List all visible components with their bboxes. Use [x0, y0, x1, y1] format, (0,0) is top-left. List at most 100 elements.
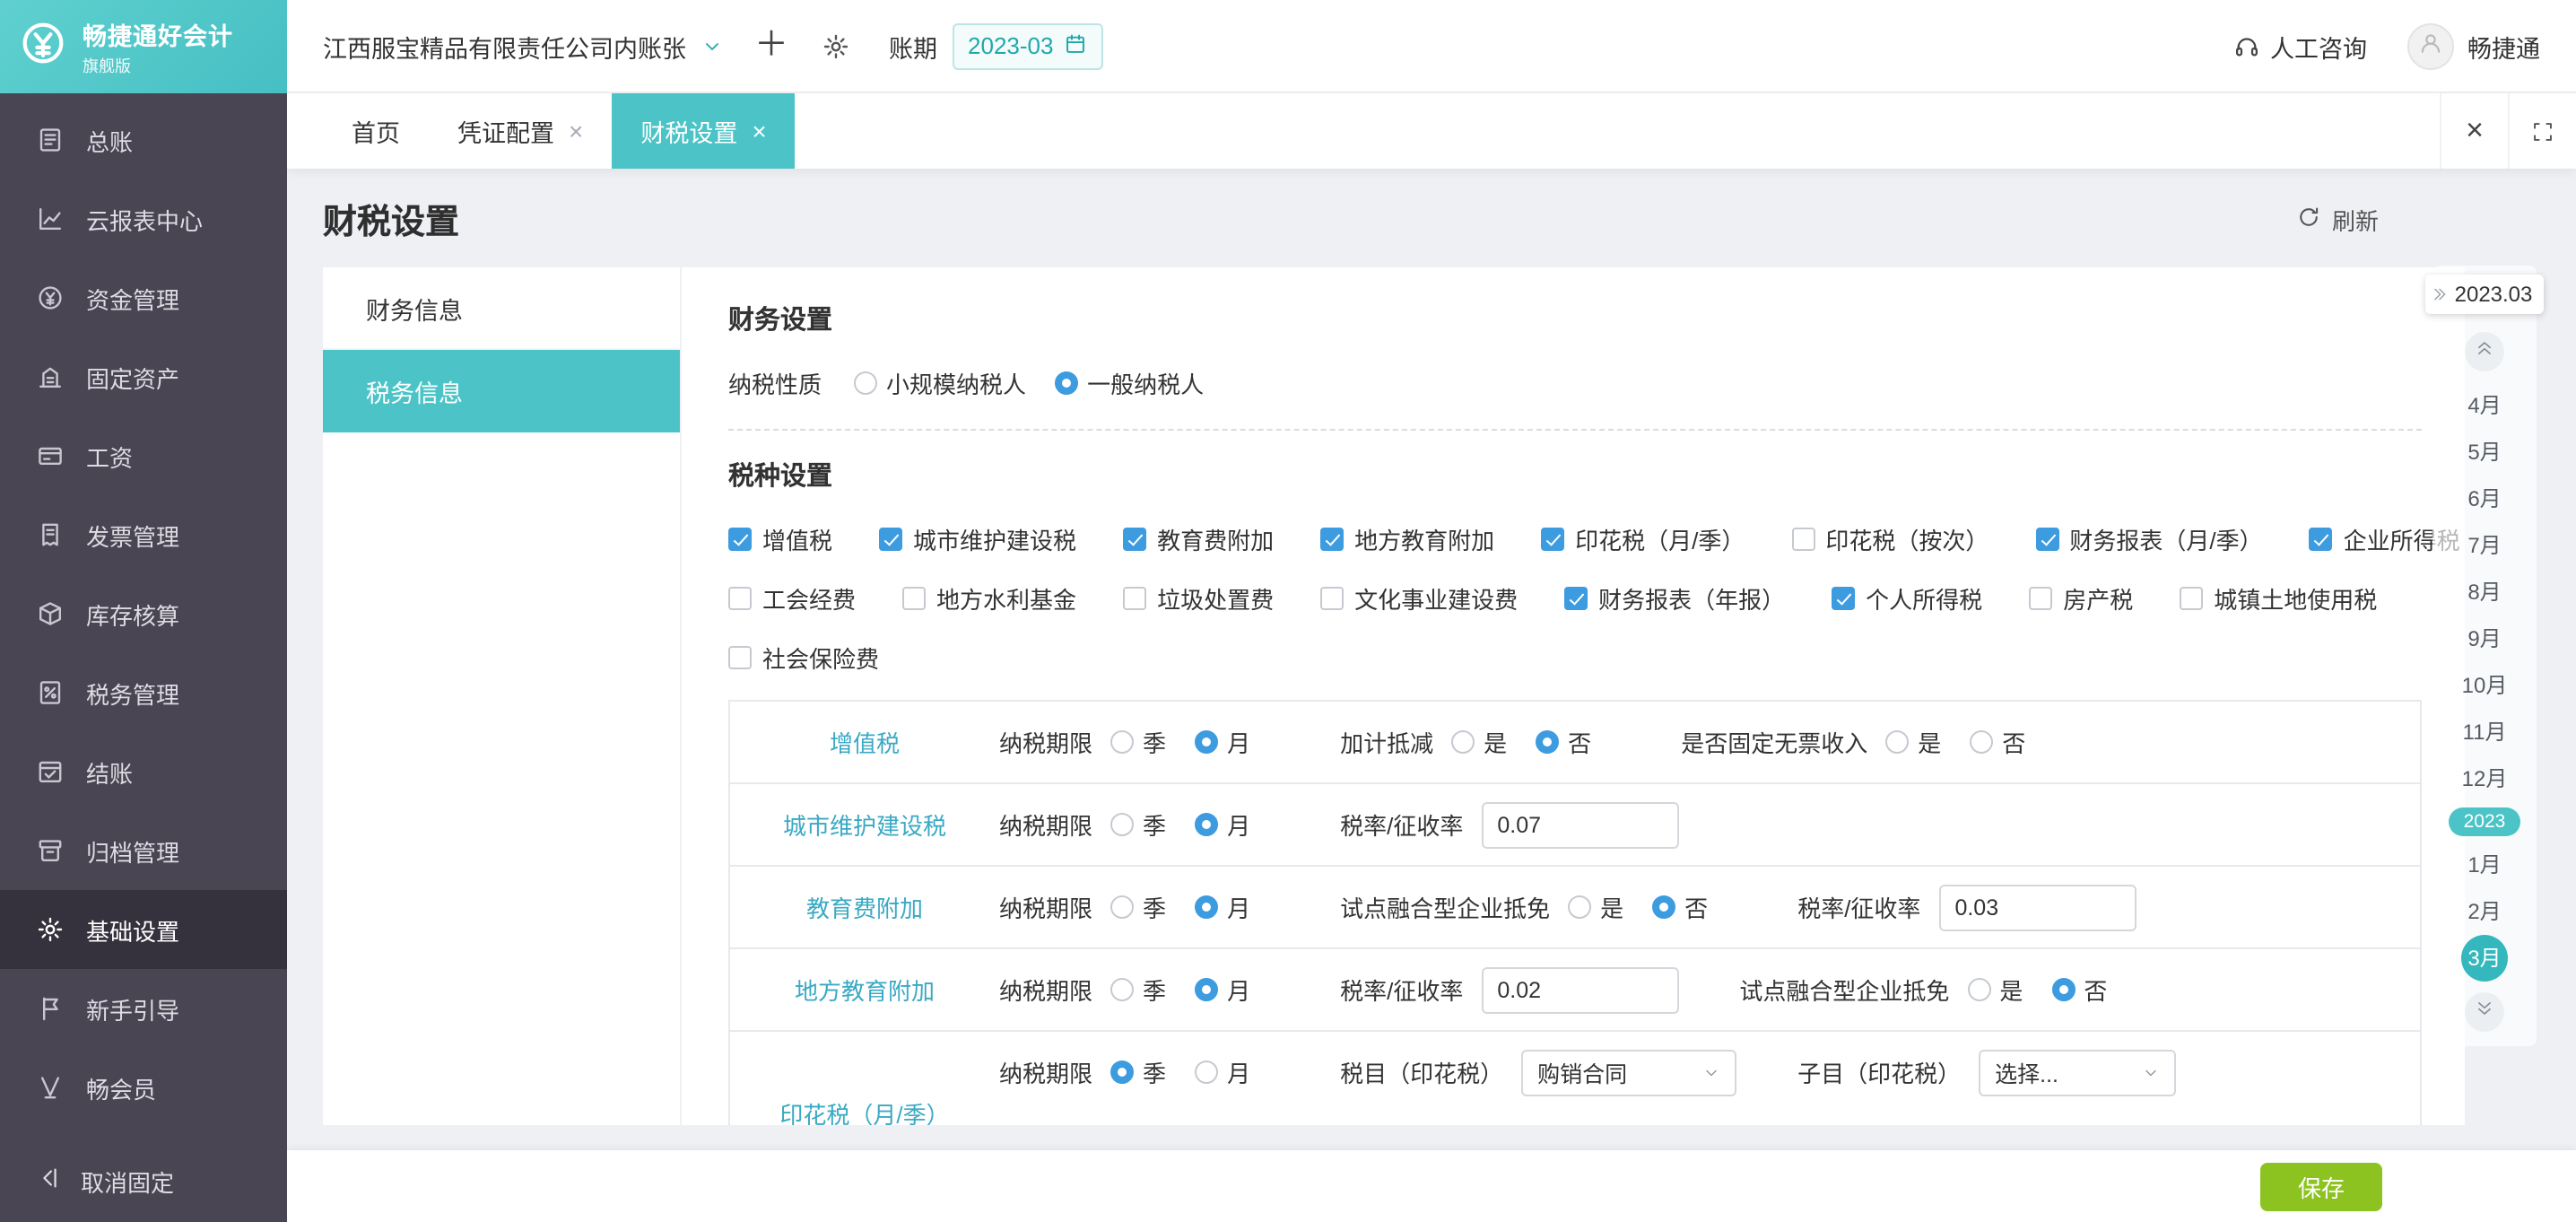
- sidebar-item-settings[interactable]: 基础设置: [0, 890, 287, 969]
- tax-name-link[interactable]: 教育费附加: [730, 867, 999, 947]
- radio-option[interactable]: 月: [1195, 1055, 1250, 1089]
- radio-option[interactable]: 月: [1195, 890, 1250, 924]
- radio-option[interactable]: 否: [2051, 973, 2107, 1007]
- sidebar-item-archive[interactable]: 归档管理: [0, 811, 287, 890]
- tab-voucher-config[interactable]: 凭证配置 ×: [429, 93, 612, 169]
- month-item[interactable]: 7月: [2432, 522, 2537, 569]
- sidebar-item-invoice[interactable]: 发票管理: [0, 495, 287, 574]
- gear-icon[interactable]: [821, 31, 849, 60]
- subnav-item-finance-info[interactable]: 财务信息: [323, 267, 680, 350]
- sidebar-item-fund[interactable]: 资金管理: [0, 258, 287, 337]
- sidebar-unpin-button[interactable]: 取消固定: [0, 1139, 287, 1222]
- tab-close-icon[interactable]: ×: [569, 118, 583, 144]
- select-field[interactable]: 购销合同: [1521, 1049, 1737, 1095]
- radio-option[interactable]: 一般纳税人: [1055, 366, 1204, 400]
- tax-checkbox[interactable]: 地方教育附加: [1320, 522, 1494, 556]
- sidebar-item-tax[interactable]: 税务管理: [0, 653, 287, 732]
- radio-option[interactable]: 是: [1967, 973, 2023, 1007]
- scroll-up-button[interactable]: [2465, 332, 2504, 371]
- radio-option[interactable]: 月: [1195, 725, 1250, 759]
- sidebar-item-guide[interactable]: 新手引导: [0, 969, 287, 1048]
- select-field[interactable]: 选择...: [1979, 1049, 2177, 1095]
- tax-checkbox[interactable]: 城市维护建设税: [879, 522, 1076, 556]
- sidebar-item-closing[interactable]: 结账: [0, 732, 287, 811]
- radio-dot: [1195, 978, 1219, 1001]
- radio-option[interactable]: 否: [1970, 725, 2025, 759]
- user-menu[interactable]: 畅捷通: [2406, 22, 2540, 69]
- tax-checkbox[interactable]: 印花税（按次）: [1791, 522, 1989, 556]
- tax-name-link[interactable]: 增值税: [730, 702, 999, 782]
- month-item[interactable]: 4月: [2432, 382, 2537, 429]
- tax-checkbox[interactable]: 增值税: [728, 522, 832, 556]
- month-item[interactable]: 11月: [2432, 709, 2537, 755]
- tax-checkbox[interactable]: 地方水利基金: [902, 581, 1076, 615]
- month-item[interactable]: 9月: [2432, 615, 2537, 662]
- period-selector[interactable]: 2023-03: [952, 22, 1104, 69]
- radio-option[interactable]: 季: [1110, 807, 1166, 842]
- consult-button[interactable]: 人工咨询: [2232, 28, 2367, 64]
- radio-option[interactable]: 月: [1195, 807, 1250, 842]
- app-root: 畅捷通好会计 旗舰版 总账 云报表中心 资金管理 固定资产 工资 发票管理 库存核算 税务管理…: [0, 0, 2576, 1222]
- tab-close-icon[interactable]: ×: [752, 118, 766, 144]
- radio-dot: [2051, 978, 2076, 1001]
- text-input[interactable]: [1481, 966, 1679, 1013]
- tax-name-link[interactable]: 地方教育附加: [730, 949, 999, 1030]
- tax-checkbox[interactable]: 房产税: [2029, 581, 2133, 615]
- tax-checkbox[interactable]: 印花税（月/季）: [1541, 522, 1745, 556]
- tax-checkbox[interactable]: 教育费附加: [1123, 522, 1274, 556]
- sidebar-item-asset[interactable]: 固定资产: [0, 337, 287, 416]
- tax-checkbox[interactable]: 财务报表（月/季）: [2035, 522, 2263, 556]
- avatar: [2406, 22, 2453, 69]
- add-account-button[interactable]: ＋: [754, 29, 788, 63]
- month-item[interactable]: 8月: [2432, 569, 2537, 615]
- radio-option[interactable]: 季: [1110, 1055, 1166, 1089]
- checkbox-box: [902, 587, 927, 610]
- radio-option[interactable]: 否: [1536, 725, 1591, 759]
- tab-fiscal-settings[interactable]: 财税设置 ×: [612, 93, 796, 169]
- radio-option[interactable]: 季: [1110, 725, 1166, 759]
- month-item-selected[interactable]: 3月: [2461, 935, 2508, 982]
- tax-checkbox[interactable]: 垃圾处置费: [1123, 581, 1274, 615]
- tax-checkbox[interactable]: 文化事业建设费: [1320, 581, 1518, 615]
- text-input[interactable]: [1938, 884, 2137, 930]
- tax-checkbox[interactable]: 工会经费: [728, 581, 856, 615]
- month-item[interactable]: 2月: [2432, 888, 2537, 935]
- sidebar-item-salary[interactable]: 工资: [0, 416, 287, 495]
- save-button[interactable]: 保存: [2260, 1162, 2382, 1210]
- radio-option[interactable]: 季: [1110, 973, 1166, 1007]
- archive-icon: [36, 836, 65, 865]
- refresh-button[interactable]: 刷新: [2296, 203, 2379, 237]
- radio-option[interactable]: 月: [1195, 973, 1250, 1007]
- subnav-item-tax-info[interactable]: 税务信息: [323, 350, 680, 432]
- period-quick-panel-header[interactable]: 2023.03: [2425, 275, 2544, 314]
- tax-checkbox[interactable]: 财务报表（年报）: [1564, 581, 1785, 615]
- radio-option[interactable]: 是: [1451, 725, 1507, 759]
- tax-checkbox[interactable]: 城镇土地使用税: [2180, 581, 2377, 615]
- tax-checkbox[interactable]: 社会保险费: [728, 641, 879, 675]
- radio-option[interactable]: 小规模纳税人: [854, 366, 1026, 400]
- text-input[interactable]: [1481, 801, 1679, 848]
- month-item[interactable]: 6月: [2432, 476, 2537, 522]
- tax-checkbox[interactable]: 个人所得税: [1832, 581, 1982, 615]
- month-item[interactable]: 12月: [2432, 755, 2537, 802]
- scroll-down-button[interactable]: [2465, 992, 2504, 1032]
- tax-name-link[interactable]: 城市维护建设税: [730, 784, 999, 865]
- radio-option[interactable]: 是: [1885, 725, 1941, 759]
- close-button[interactable]: ×: [2440, 93, 2508, 169]
- fullscreen-icon[interactable]: [2508, 93, 2576, 169]
- month-item[interactable]: 5月: [2432, 429, 2537, 476]
- radio-option[interactable]: 否: [1652, 890, 1708, 924]
- radio-option[interactable]: 是: [1568, 890, 1623, 924]
- sidebar-item-label: 工资: [86, 444, 134, 471]
- sidebar-item-report[interactable]: 云报表中心: [0, 179, 287, 258]
- checkbox-box: [1564, 587, 1588, 610]
- month-item[interactable]: 1月: [2432, 842, 2537, 888]
- tab-home[interactable]: 首页: [323, 93, 429, 169]
- tax-name-link[interactable]: 印花税（月/季）: [730, 1032, 999, 1125]
- radio-option[interactable]: 季: [1110, 890, 1166, 924]
- company-selector[interactable]: 江西服宝精品有限责任公司内账张: [323, 28, 722, 64]
- sidebar-item-ledger[interactable]: 总账: [0, 100, 287, 179]
- month-item[interactable]: 10月: [2432, 662, 2537, 709]
- sidebar-item-inventory[interactable]: 库存核算: [0, 574, 287, 653]
- sidebar-item-member[interactable]: 畅会员: [0, 1048, 287, 1127]
